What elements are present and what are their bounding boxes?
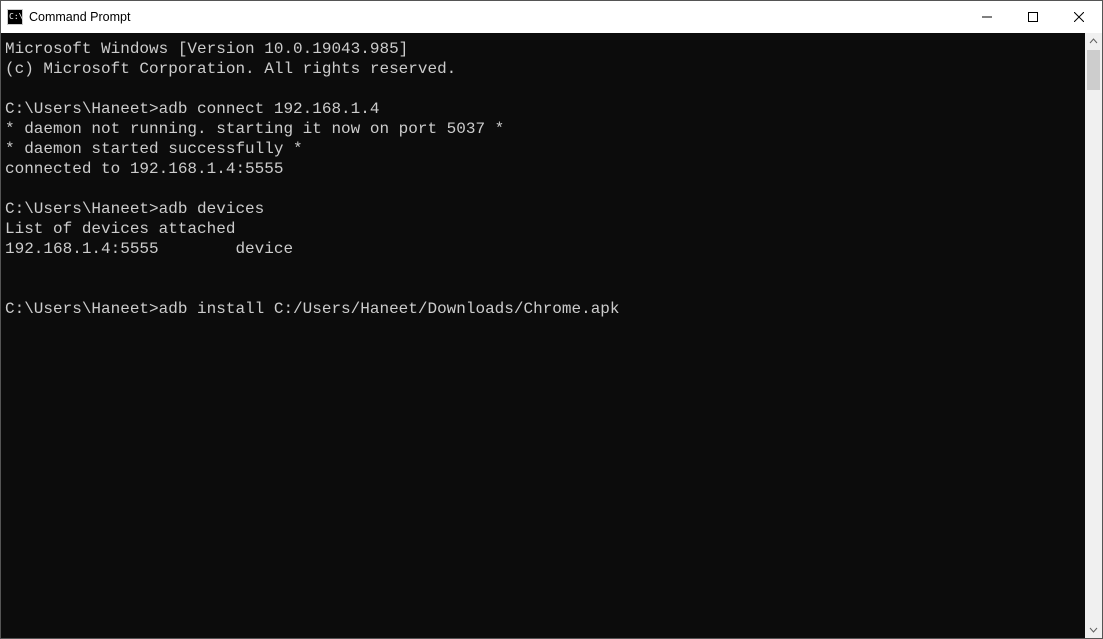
terminal-line: * daemon started successfully * bbox=[5, 139, 1085, 159]
terminal-line bbox=[5, 79, 1085, 99]
scroll-down-button[interactable] bbox=[1085, 621, 1102, 638]
terminal-line: C:\Users\Haneet>adb connect 192.168.1.4 bbox=[5, 99, 1085, 119]
command-prompt-window: C:\ Command Prompt Microsoft Windows [Ve… bbox=[0, 0, 1103, 639]
close-button[interactable] bbox=[1056, 1, 1102, 33]
terminal-line: 192.168.1.4:5555 device bbox=[5, 239, 1085, 259]
terminal-line: * daemon not running. starting it now on… bbox=[5, 119, 1085, 139]
vertical-scrollbar[interactable] bbox=[1085, 33, 1102, 638]
svg-text:C:\: C:\ bbox=[9, 12, 23, 21]
scrollbar-thumb[interactable] bbox=[1087, 50, 1100, 90]
terminal-line: (c) Microsoft Corporation. All rights re… bbox=[5, 59, 1085, 79]
terminal-line bbox=[5, 279, 1085, 299]
cmd-icon: C:\ bbox=[7, 9, 23, 25]
maximize-button[interactable] bbox=[1010, 1, 1056, 33]
scroll-up-button[interactable] bbox=[1085, 33, 1102, 50]
terminal-line bbox=[5, 179, 1085, 199]
terminal-line: C:\Users\Haneet>adb devices bbox=[5, 199, 1085, 219]
terminal-output[interactable]: Microsoft Windows [Version 10.0.19043.98… bbox=[1, 33, 1085, 638]
terminal-line: connected to 192.168.1.4:5555 bbox=[5, 159, 1085, 179]
terminal-line bbox=[5, 259, 1085, 279]
minimize-button[interactable] bbox=[964, 1, 1010, 33]
client-area: Microsoft Windows [Version 10.0.19043.98… bbox=[1, 33, 1102, 638]
terminal-line: Microsoft Windows [Version 10.0.19043.98… bbox=[5, 39, 1085, 59]
terminal-line: List of devices attached bbox=[5, 219, 1085, 239]
scrollbar-track[interactable] bbox=[1085, 50, 1102, 621]
titlebar[interactable]: C:\ Command Prompt bbox=[1, 1, 1102, 33]
terminal-line: C:\Users\Haneet>adb install C:/Users/Han… bbox=[5, 299, 1085, 319]
window-title: Command Prompt bbox=[29, 10, 130, 24]
window-controls bbox=[964, 1, 1102, 33]
